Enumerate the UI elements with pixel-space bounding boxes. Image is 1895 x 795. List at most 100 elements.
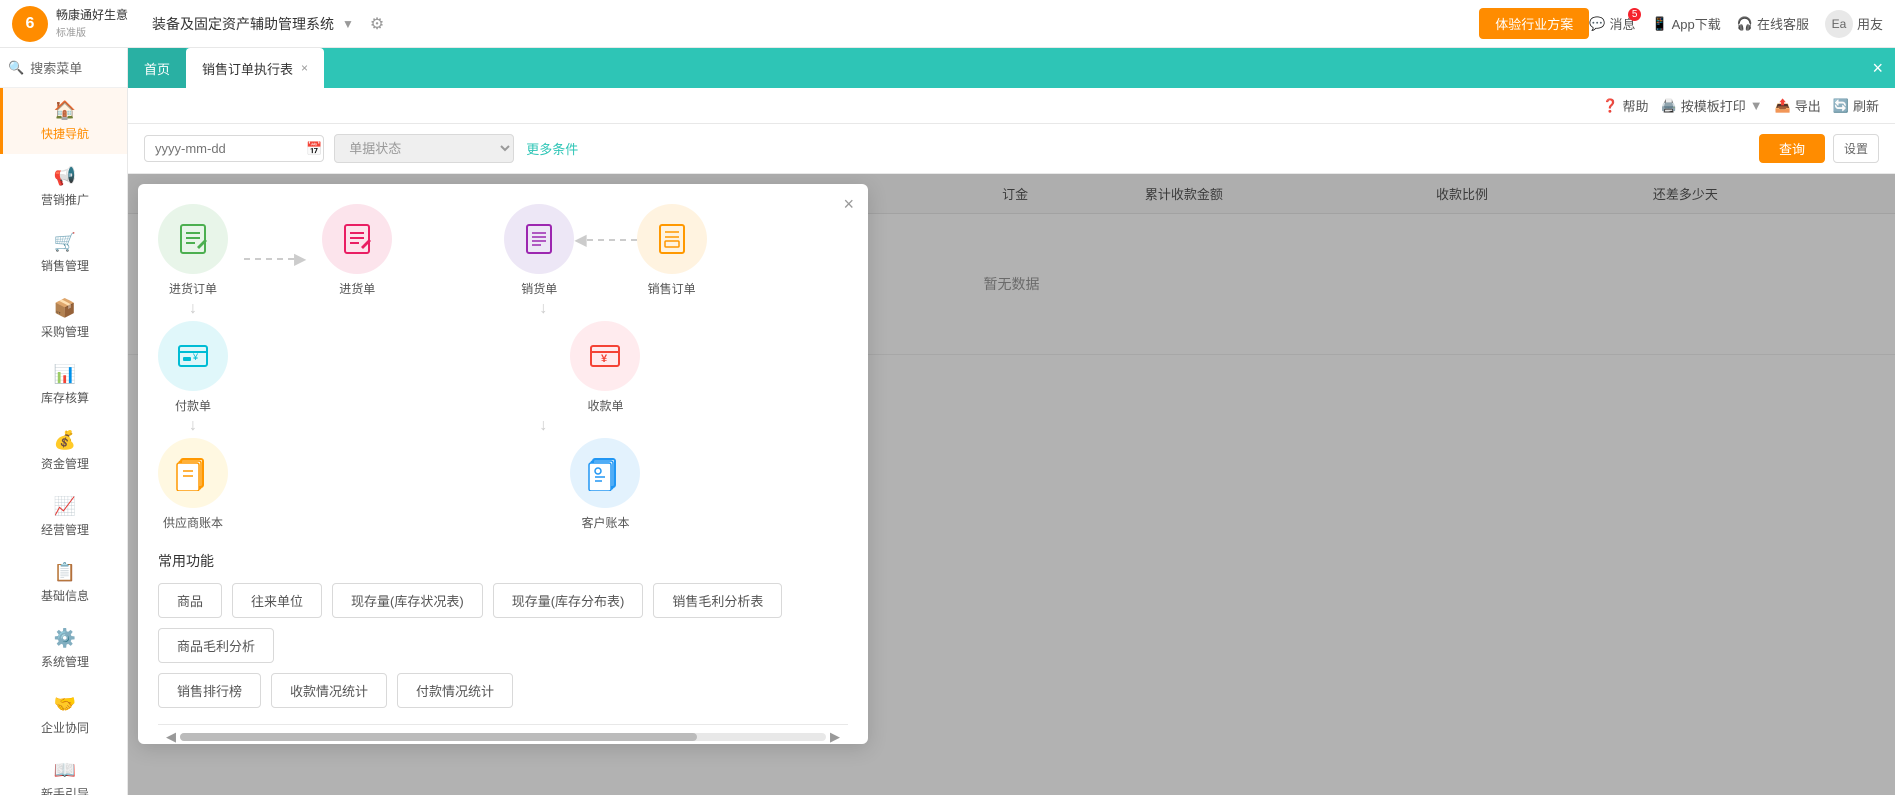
sidebar-item-label-quick-nav: 快捷导航 (41, 125, 89, 142)
tabs-bar: 首页 销售订单执行表 × × (128, 48, 1895, 88)
top-right-area: 💬 消息 5 📱 App下载 🎧 在线客服 Ea 用友 (1589, 10, 1883, 38)
basic-info-icon: 📋 (54, 562, 76, 583)
arrow-down-1: ↓ (189, 301, 197, 317)
sales-icon: 🛒 (54, 232, 76, 253)
sidebar-item-quick-nav[interactable]: 🏠 快捷导航 (0, 88, 127, 154)
status-filter-select[interactable]: 单据状态 (334, 134, 514, 163)
func-btn-payment-stats[interactable]: 付款情况统计 (397, 673, 513, 708)
sidebar-item-sales[interactable]: 🛒 销售管理 (0, 220, 127, 286)
sidebar-item-label-guide: 新手引导 (41, 785, 89, 795)
sidebar-item-system[interactable]: ⚙️ 系统管理 (0, 616, 127, 682)
sidebar-item-finance[interactable]: 💰 资金管理 (0, 418, 127, 484)
middle-left-column: 进货单 (322, 204, 392, 297)
export-icon: 📤 (1775, 98, 1791, 114)
print-icon: 🖨️ (1661, 98, 1677, 114)
node-payment[interactable]: ¥ 付款单 (158, 321, 228, 414)
scroll-track[interactable] (180, 733, 826, 741)
content-area: 首页 销售订单执行表 × × ❓ 帮助 (128, 48, 1895, 795)
sidebar-item-marketing[interactable]: 📢 营销推广 (0, 154, 127, 220)
export-button[interactable]: 📤 导出 (1775, 96, 1821, 115)
logo-text-group: 畅康通好生意 标准版 (56, 8, 128, 39)
receipt-label: 收款单 (587, 397, 623, 414)
sidebar-item-label-basic-info: 基础信息 (41, 587, 89, 604)
message-item[interactable]: 💬 消息 5 (1589, 14, 1635, 33)
sidebar-item-inventory[interactable]: 📊 库存核算 (0, 352, 127, 418)
func-btn-sales-rank[interactable]: 销售排行榜 (158, 673, 261, 708)
tab-home[interactable]: 首页 (128, 48, 186, 88)
logo-edition: 标准版 (56, 24, 128, 39)
export-label: 导出 (1795, 96, 1821, 115)
close-window-icon[interactable]: × (1872, 58, 1883, 79)
guide-icon: 📖 (54, 760, 76, 781)
node-sales-order[interactable]: 销售订单 (637, 204, 707, 297)
func-btn-product-profit[interactable]: 商品毛利分析 (158, 628, 274, 663)
print-label: 按模板打印 (1681, 96, 1746, 115)
sidebar-search[interactable]: 🔍 搜索菜单 (0, 48, 127, 88)
tab-close-icon[interactable]: × (301, 61, 308, 75)
node-sales-bill[interactable]: 销货单 (504, 204, 574, 297)
online-service-item[interactable]: 🎧 在线客服 (1737, 14, 1809, 33)
more-conditions-link[interactable]: 更多条件 (526, 139, 578, 158)
func-btn-sales-profit[interactable]: 销售毛利分析表 (653, 583, 782, 618)
sidebar-item-guide[interactable]: 📖 新手引导 (0, 748, 127, 795)
func-btn-stock-status[interactable]: 现存量(库存状况表) (332, 583, 483, 618)
app-download-item[interactable]: 📱 App下载 (1651, 14, 1720, 33)
modal-close-button[interactable]: × (843, 194, 854, 215)
sales-bill-label: 销货单 (521, 280, 557, 297)
tab-sales-order[interactable]: 销售订单执行表 × (186, 48, 324, 88)
sidebar-item-basic-info[interactable]: 📋 基础信息 (0, 550, 127, 616)
customer-ledger-label: 客户账本 (581, 514, 629, 531)
mobile-icon: 📱 (1651, 16, 1667, 32)
svg-text:¥: ¥ (601, 353, 608, 365)
help-button[interactable]: ❓ 帮助 (1602, 96, 1648, 115)
h-arrow-1: ▶ (244, 204, 306, 294)
help-icon: ❓ (1602, 98, 1618, 114)
sales-row: 销货单 ◀ (504, 204, 706, 297)
gear-icon[interactable]: ⚙ (370, 14, 384, 34)
node-customer-ledger[interactable]: 客户账本 (570, 438, 640, 531)
main-layout: 🔍 搜索菜单 🏠 快捷导航 📢 营销推广 🛒 销售管理 📦 采购管理 📊 (0, 48, 1895, 795)
node-purchase-bill[interactable]: 进货单 (322, 204, 392, 297)
system-name-area: 装备及固定资产辅助管理系统 ▼ ⚙ (152, 14, 1467, 34)
middle-right-column: 销货单 ◀ (504, 204, 706, 531)
user-item[interactable]: Ea 用友 (1825, 10, 1883, 38)
date-filter-input[interactable] (144, 135, 324, 162)
func-btn-stock-dist[interactable]: 现存量(库存分布表) (493, 583, 644, 618)
func-btn-partner[interactable]: 往来单位 (232, 583, 322, 618)
system-dropdown-icon[interactable]: ▼ (342, 17, 354, 31)
tab-home-label: 首页 (144, 59, 170, 78)
common-title: 常用功能 (158, 551, 848, 571)
calendar-icon[interactable]: 📅 (306, 141, 322, 157)
message-icon: 💬 (1589, 16, 1605, 32)
app-container: 6 畅康通好生意 标准版 装备及固定资产辅助管理系统 ▼ ⚙ 体验行业方案 💬 … (0, 0, 1895, 795)
sidebar-item-label-sales: 销售管理 (41, 257, 89, 274)
node-supplier-ledger[interactable]: 供应商账本 (158, 438, 228, 531)
modal-overlay[interactable]: × (128, 174, 1895, 795)
receipt-circle: ¥ (570, 321, 640, 391)
refresh-button[interactable]: 🔄 刷新 (1833, 96, 1879, 115)
query-button[interactable]: 查询 (1759, 134, 1825, 163)
sales-bill-circle (504, 204, 574, 274)
content-toolbar: ❓ 帮助 🖨️ 按模板打印 ▼ 📤 导出 🔄 刷新 (128, 88, 1895, 124)
sidebar-item-label-inventory: 库存核算 (41, 389, 89, 406)
cooperation-icon: 🤝 (54, 694, 76, 715)
sidebar-item-cooperation[interactable]: 🤝 企业协同 (0, 682, 127, 748)
user-name: 用友 (1857, 14, 1883, 33)
func-btn-receipt-stats[interactable]: 收款情况统计 (271, 673, 387, 708)
sidebar-item-purchase[interactable]: 📦 采购管理 (0, 286, 127, 352)
scroll-left-icon[interactable]: ◀ (166, 729, 176, 744)
sidebar-item-operation[interactable]: 📈 经营管理 (0, 484, 127, 550)
print-button[interactable]: 🖨️ 按模板打印 ▼ (1661, 96, 1763, 115)
node-receipt[interactable]: ¥ 收款单 (570, 321, 640, 414)
arrow-down-sales: ↓ (504, 297, 706, 321)
trial-button[interactable]: 体验行业方案 (1479, 8, 1589, 39)
page-inner: ❓ 帮助 🖨️ 按模板打印 ▼ 📤 导出 🔄 刷新 (128, 88, 1895, 795)
node-purchase-order[interactable]: 进货订单 (158, 204, 228, 297)
settings-button[interactable]: 设置 (1833, 134, 1879, 163)
sidebar-item-label-marketing: 营销推广 (41, 191, 89, 208)
customer-ledger-circle (570, 438, 640, 508)
scroll-right-icon[interactable]: ▶ (830, 729, 840, 744)
sidebar-item-label-purchase: 采购管理 (41, 323, 89, 340)
func-btn-product[interactable]: 商品 (158, 583, 222, 618)
search-icon: 🔍 (8, 60, 24, 76)
